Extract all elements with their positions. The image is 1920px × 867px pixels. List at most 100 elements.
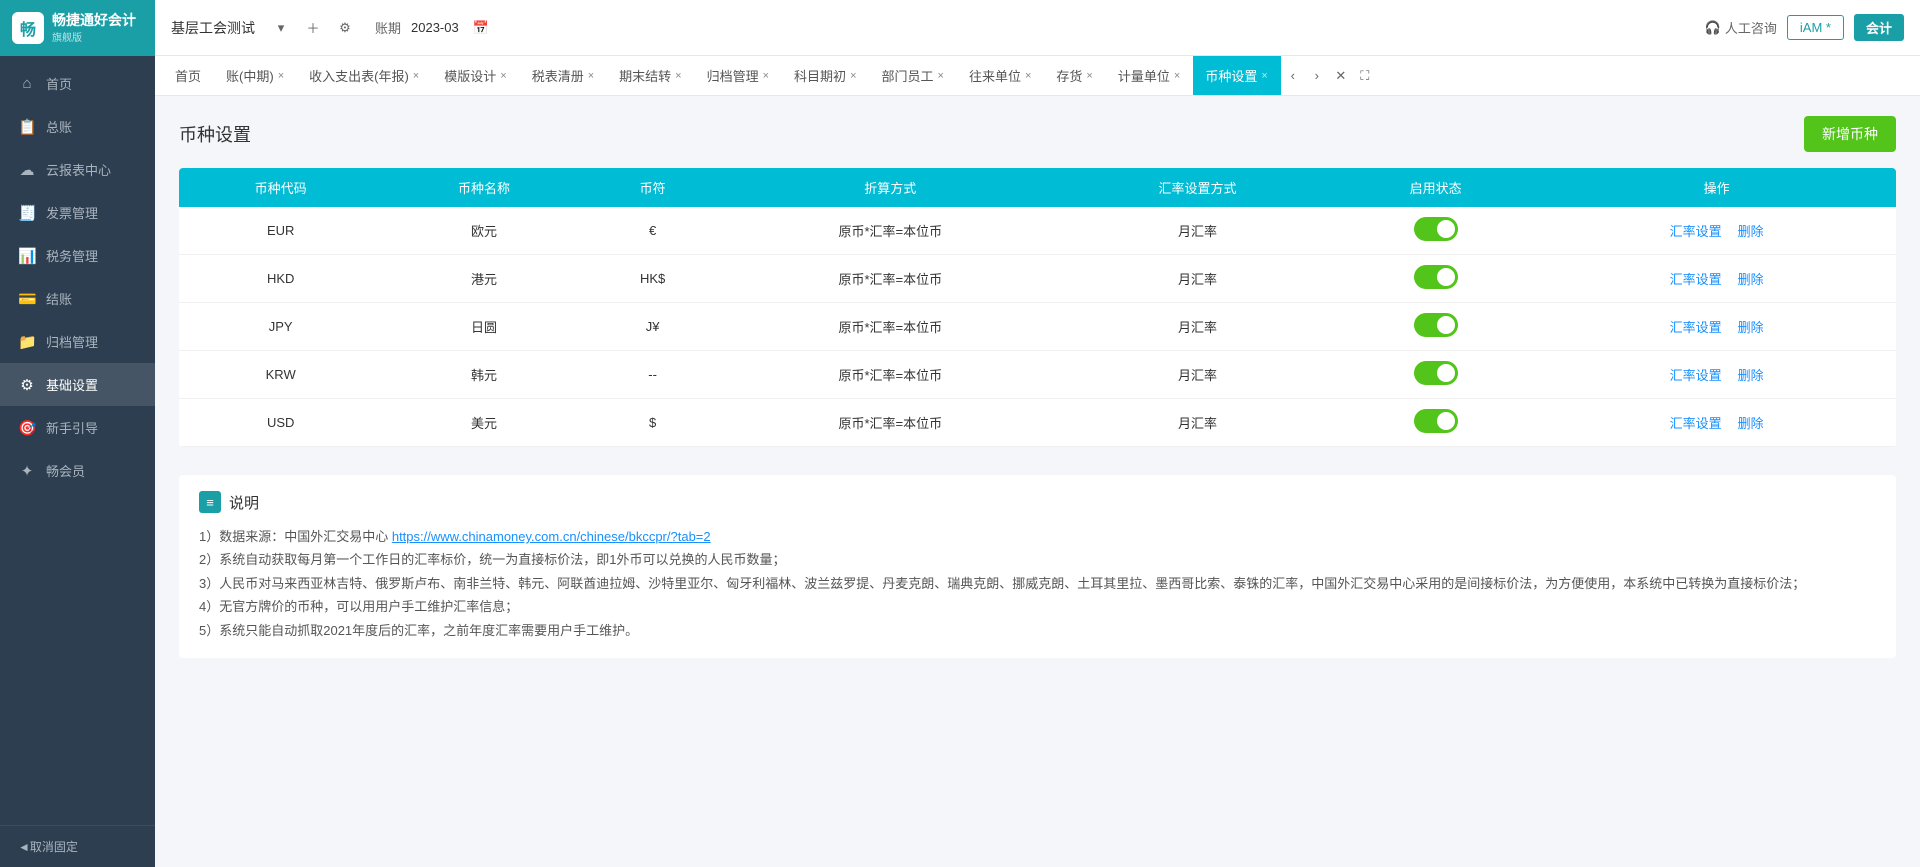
tab-close-all-btn[interactable]: ✕ (1329, 64, 1353, 88)
new-currency-btn[interactable]: 新增币种 (1804, 116, 1896, 152)
notes-title: ≡ 说明 (199, 491, 1876, 513)
tab-template[interactable]: 模版设计 × (432, 56, 519, 96)
sidebar-item-settings[interactable]: ⚙基础设置 (0, 363, 155, 406)
sidebar-item-label: 基础设置 (46, 375, 98, 394)
tab-label-income: 收入支出表(年报) (309, 66, 409, 85)
enable-toggle[interactable] (1414, 361, 1458, 385)
tab-close-measure[interactable]: × (1174, 70, 1180, 82)
tab-period_end[interactable]: 期末结转 × (607, 56, 694, 96)
delete-link[interactable]: 删除 (1738, 368, 1764, 383)
notes-item: 4）无官方牌价的币种，可以用用户手工维护汇率信息； (199, 595, 1876, 618)
tab-label-taxclear: 税表清册 (532, 66, 584, 85)
tab-close-template[interactable]: × (500, 70, 506, 82)
tab-home[interactable]: 首页 (163, 56, 214, 96)
tab-archive[interactable]: 归档管理 × (695, 56, 782, 96)
currency-code: KRW (179, 351, 382, 399)
tab-taxclear[interactable]: 税表清册 × (520, 56, 607, 96)
sidebar-item-archive[interactable]: 📁归档管理 (0, 320, 155, 363)
notes-icon: ≡ (199, 491, 221, 513)
settings-btn[interactable]: ⚙ (333, 16, 357, 40)
tab-close-period_end[interactable]: × (675, 70, 681, 82)
delete-link[interactable]: 删除 (1738, 416, 1764, 431)
rate-settings-link[interactable]: 汇率设置 (1670, 224, 1722, 239)
calendar-icon[interactable]: 📅 (473, 20, 489, 36)
currency-calc: 原币*汇率=本位币 (720, 399, 1062, 447)
enable-toggle[interactable] (1414, 217, 1458, 241)
notes-section: ≡ 说明 1）数据来源：中国外汇交易中心 https://www.chinamo… (179, 475, 1896, 658)
sidebar: 畅 畅捷通好会计 旗舰版 ⌂首页📋总账☁云报表中心🧾发票管理📊税务管理💳结账📁归… (0, 0, 155, 867)
rate-settings-link[interactable]: 汇率设置 (1670, 320, 1722, 335)
table-row: EUR欧元€原币*汇率=本位币月汇率汇率设置删除 (179, 207, 1896, 255)
rate-settings-link[interactable]: 汇率设置 (1670, 272, 1722, 287)
tab-label-units: 往来单位 (969, 66, 1021, 85)
enable-toggle[interactable] (1414, 409, 1458, 433)
sidebar-nav: ⌂首页📋总账☁云报表中心🧾发票管理📊税务管理💳结账📁归档管理⚙基础设置🎯新手引导… (0, 56, 155, 825)
tab-subject[interactable]: 科目期初 × (782, 56, 869, 96)
currency-code: JPY (179, 303, 382, 351)
tab-close-period[interactable]: × (278, 70, 284, 82)
tab-currency[interactable]: 币种设置 × (1193, 56, 1280, 96)
sidebar-item-tax[interactable]: 📊税务管理 (0, 234, 155, 277)
table-column-header: 启用状态 (1334, 168, 1537, 207)
tab-close-subject[interactable]: × (850, 70, 856, 82)
user-btn[interactable]: 会计 (1854, 14, 1904, 41)
sidebar-item-home[interactable]: ⌂首页 (0, 62, 155, 105)
sidebar-item-checkout[interactable]: 💳结账 (0, 277, 155, 320)
company-dropdown-btn[interactable]: ▾ (269, 16, 293, 40)
tax-icon: 📊 (18, 247, 36, 265)
tab-close-stock[interactable]: × (1086, 70, 1092, 82)
archive-icon: 📁 (18, 333, 36, 351)
sidebar-pin-toggle[interactable]: ◄取消固定 (0, 825, 155, 867)
tab-close-income[interactable]: × (413, 70, 419, 82)
tab-close-taxclear[interactable]: × (588, 70, 594, 82)
tab-dept[interactable]: 部门员工 × (870, 56, 957, 96)
tab-close-units[interactable]: × (1025, 70, 1031, 82)
delete-link[interactable]: 删除 (1738, 224, 1764, 239)
rate-settings-link[interactable]: 汇率设置 (1670, 368, 1722, 383)
currency-symbol: -- (586, 351, 720, 399)
table-column-header: 操作 (1537, 168, 1896, 207)
rate-settings-link[interactable]: 汇率设置 (1670, 416, 1722, 431)
currency-table: 币种代码币种名称币符折算方式汇率设置方式启用状态操作 EUR欧元€原币*汇率=本… (179, 168, 1896, 447)
currency-code: HKD (179, 255, 382, 303)
delete-link[interactable]: 删除 (1738, 320, 1764, 335)
currency-calc: 原币*汇率=本位币 (720, 351, 1062, 399)
table-column-header: 币种代码 (179, 168, 382, 207)
delete-link[interactable]: 删除 (1738, 272, 1764, 287)
app-name: 畅捷通好会计 (52, 12, 136, 29)
currency-rate-type: 月汇率 (1061, 351, 1334, 399)
service-btn[interactable]: 🎧 人工咨询 (1705, 18, 1777, 37)
notes-external-link[interactable]: https://www.chinamoney.com.cn/chinese/bk… (392, 529, 711, 544)
currency-name: 韩元 (382, 351, 585, 399)
sidebar-item-invoice[interactable]: 🧾发票管理 (0, 191, 155, 234)
tab-prev-btn[interactable]: ‹ (1281, 64, 1305, 88)
currency-rate-type: 月汇率 (1061, 303, 1334, 351)
tab-units[interactable]: 往来单位 × (957, 56, 1044, 96)
tab-label-subject: 科目期初 (794, 66, 846, 85)
tab-close-dept[interactable]: × (938, 70, 944, 82)
tab-label-currency: 币种设置 (1205, 66, 1257, 85)
sidebar-item-label: 云报表中心 (46, 160, 111, 179)
tab-close-currency[interactable]: × (1261, 70, 1267, 82)
tab-expand-btn[interactable]: ⛶ (1353, 64, 1377, 88)
currency-symbol: € (586, 207, 720, 255)
tab-measure[interactable]: 计量单位 × (1106, 56, 1193, 96)
sidebar-item-member[interactable]: ✦畅会员 (0, 449, 155, 492)
enable-toggle[interactable] (1414, 313, 1458, 337)
tab-stock[interactable]: 存货 × (1044, 56, 1105, 96)
tab-period[interactable]: 账(中期) × (214, 56, 297, 96)
table-row: HKD港元HK$原币*汇率=本位币月汇率汇率设置删除 (179, 255, 1896, 303)
currency-name: 欧元 (382, 207, 585, 255)
sidebar-item-ledger[interactable]: 📋总账 (0, 105, 155, 148)
app-sub: 旗舰版 (52, 29, 136, 44)
enable-toggle[interactable] (1414, 265, 1458, 289)
sidebar-item-guide[interactable]: 🎯新手引导 (0, 406, 155, 449)
account-btn[interactable]: iAM * (1787, 15, 1844, 40)
sidebar-item-reports[interactable]: ☁云报表中心 (0, 148, 155, 191)
tab-income[interactable]: 收入支出表(年报) × (297, 56, 432, 96)
tab-next-btn[interactable]: › (1305, 64, 1329, 88)
sidebar-item-label: 发票管理 (46, 203, 98, 222)
tab-close-archive[interactable]: × (763, 70, 769, 82)
currency-actions: 汇率设置 删除 (1537, 303, 1896, 351)
add-tab-btn[interactable]: ＋ (301, 16, 325, 40)
